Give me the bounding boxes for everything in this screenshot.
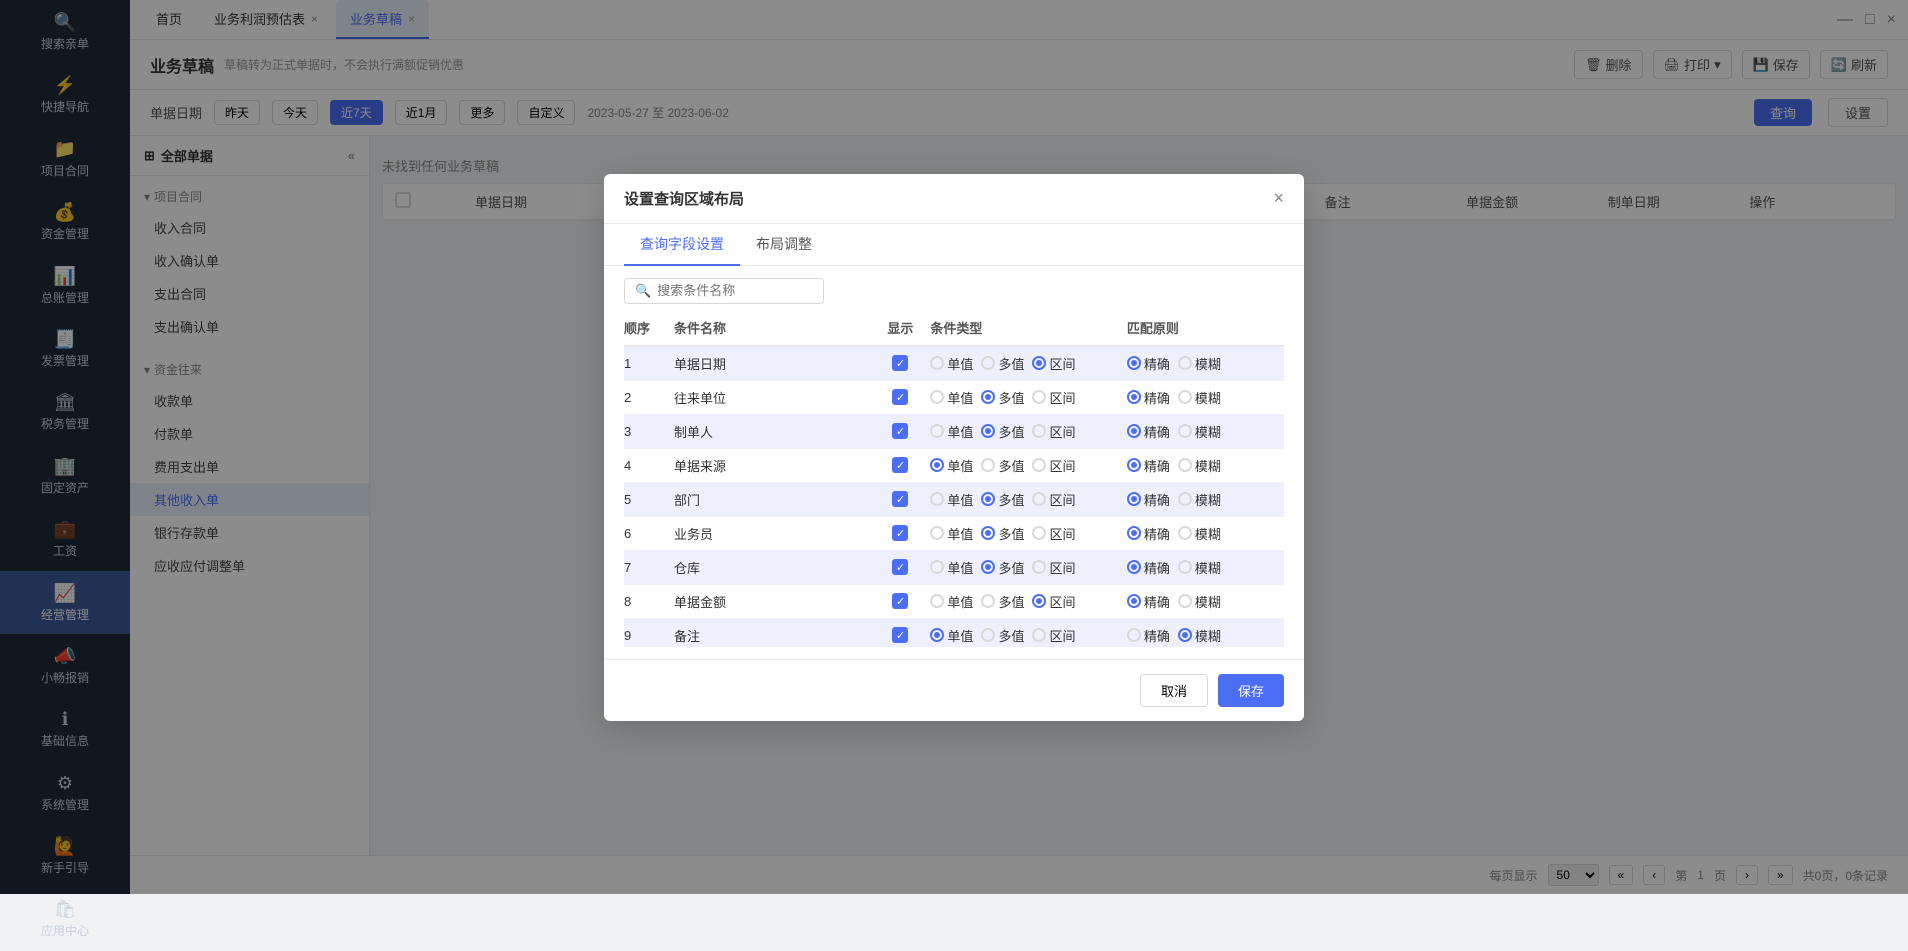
modal-tab-fields[interactable]: 查询字段设置 <box>624 224 740 266</box>
r8-fuzzy[interactable]: 模糊 <box>1178 592 1221 611</box>
r9-multi[interactable]: 多值 <box>981 626 1024 645</box>
modal-header: 设置查询区域布局 × <box>604 174 1304 224</box>
modal-dialog: 设置查询区域布局 × 查询字段设置 布局调整 🔍 顺序 条件名称 显示 条件类型… <box>604 174 1304 721</box>
appstore-icon: 🛍 <box>54 899 77 920</box>
cancel-button[interactable]: 取消 <box>1140 674 1208 707</box>
r3-single[interactable]: 单值 <box>930 422 973 441</box>
row-1-match: 精确 模糊 <box>1127 354 1284 373</box>
row-1-type-multi[interactable]: 多值 <box>981 354 1024 373</box>
r2-precise[interactable]: 精确 <box>1127 388 1170 407</box>
r5-fuzzy[interactable]: 模糊 <box>1178 490 1221 509</box>
r5-precise[interactable]: 精确 <box>1127 490 1170 509</box>
r5-single[interactable]: 单值 <box>930 490 973 509</box>
modal-close-button[interactable]: × <box>1273 188 1284 209</box>
radio-precise <box>1127 356 1141 370</box>
r3-range[interactable]: 区间 <box>1032 422 1075 441</box>
sidebar-item-appstore[interactable]: 🛍 应用中心 <box>0 887 130 950</box>
r5-range[interactable]: 区间 <box>1032 490 1075 509</box>
r9-fuzzy[interactable]: 模糊 <box>1178 626 1221 645</box>
row-1-name: 单据日期 <box>674 354 870 373</box>
r6-single[interactable]: 单值 <box>930 524 973 543</box>
row-1-type-range[interactable]: 区间 <box>1032 354 1075 373</box>
r7-precise[interactable]: 精确 <box>1127 558 1170 577</box>
row-2-order: 2 <box>624 390 674 405</box>
modal-footer: 取消 保存 <box>604 659 1304 721</box>
r5-multi[interactable]: 多值 <box>981 490 1024 509</box>
r8-precise[interactable]: 精确 <box>1127 592 1170 611</box>
r4-precise[interactable]: 精确 <box>1127 456 1170 475</box>
modal-row-6: 6 业务员 ✓ 单值 多值 区间 精确 模糊 <box>624 517 1284 551</box>
row-2-type: 单值 多值 区间 <box>930 388 1126 407</box>
r7-multi[interactable]: 多值 <box>981 558 1024 577</box>
r6-precise[interactable]: 精确 <box>1127 524 1170 543</box>
r7-range[interactable]: 区间 <box>1032 558 1075 577</box>
modal-row-7: 7 仓库 ✓ 单值 多值 区间 精确 模糊 <box>624 551 1284 585</box>
r9-range[interactable]: 区间 <box>1032 626 1075 645</box>
r4-range[interactable]: 区间 <box>1032 456 1075 475</box>
modal-search-input[interactable] <box>657 283 813 298</box>
r7-fuzzy[interactable]: 模糊 <box>1178 558 1221 577</box>
r8-multi[interactable]: 多值 <box>981 592 1024 611</box>
th-show: 显示 <box>870 318 930 337</box>
search-icon2: 🔍 <box>635 283 651 299</box>
r7-single[interactable]: 单值 <box>930 558 973 577</box>
modal-tab-layout[interactable]: 布局调整 <box>740 224 828 266</box>
row-2-show[interactable]: ✓ <box>870 389 930 406</box>
modal-title: 设置查询区域布局 <box>624 188 744 209</box>
modal-row-2: 2 往来单位 ✓ 单值 多值 区间 精确 <box>624 381 1284 415</box>
row-2-name: 往来单位 <box>674 388 870 407</box>
r2-single[interactable]: 单值 <box>930 388 973 407</box>
r9-single[interactable]: 单值 <box>930 626 973 645</box>
r4-single[interactable]: 单值 <box>930 456 973 475</box>
modal-overlay[interactable]: 设置查询区域布局 × 查询字段设置 布局调整 🔍 顺序 条件名称 显示 条件类型… <box>0 0 1908 894</box>
modal-search-container: 🔍 <box>624 278 824 304</box>
modal-tabs: 查询字段设置 布局调整 <box>604 224 1304 266</box>
r2-multi[interactable]: 多值 <box>981 388 1024 407</box>
row-1-show[interactable]: ✓ <box>870 355 930 372</box>
modal-row-3: 3 制单人 ✓ 单值 多值 区间 精确 模糊 <box>624 415 1284 449</box>
row-1-checkbox[interactable]: ✓ <box>892 355 908 371</box>
r4-fuzzy[interactable]: 模糊 <box>1178 456 1221 475</box>
row-1-order: 1 <box>624 356 674 371</box>
modal-row-9: 9 备注 ✓ 单值 多值 区间 精确 模糊 <box>624 619 1284 647</box>
th-order: 顺序 <box>624 318 674 337</box>
row-1-type: 单值 多值 区间 <box>930 354 1126 373</box>
modal-row-1: 1 单据日期 ✓ 单值 多值 <box>624 347 1284 381</box>
th-type: 条件类型 <box>930 318 1126 337</box>
r6-fuzzy[interactable]: 模糊 <box>1178 524 1221 543</box>
row-2-checkbox[interactable]: ✓ <box>892 389 908 405</box>
r8-range[interactable]: 区间 <box>1032 592 1075 611</box>
r3-multi[interactable]: 多值 <box>981 422 1024 441</box>
r3-precise[interactable]: 精确 <box>1127 422 1170 441</box>
r3-fuzzy[interactable]: 模糊 <box>1178 422 1221 441</box>
row-2-match: 精确 模糊 <box>1127 388 1284 407</box>
modal-save-button[interactable]: 保存 <box>1218 674 1284 707</box>
radio-single <box>930 356 944 370</box>
th-match: 匹配原则 <box>1127 318 1284 337</box>
r9-precise[interactable]: 精确 <box>1127 626 1170 645</box>
modal-row-4: 4 单据来源 ✓ 单值 多值 区间 精确 模糊 <box>624 449 1284 483</box>
radio-fuzzy <box>1178 356 1192 370</box>
modal-search-area: 🔍 <box>604 266 1304 310</box>
row-1-match-fuzzy[interactable]: 模糊 <box>1178 354 1221 373</box>
r6-multi[interactable]: 多值 <box>981 524 1024 543</box>
th-name: 条件名称 <box>674 318 870 337</box>
row-1-type-single[interactable]: 单值 <box>930 354 973 373</box>
modal-row-8: 8 单据金额 ✓ 单值 多值 区间 精确 模糊 <box>624 585 1284 619</box>
modal-row-5: 5 部门 ✓ 单值 多值 区间 精确 模糊 <box>624 483 1284 517</box>
modal-table: 顺序 条件名称 显示 条件类型 匹配原则 1 单据日期 ✓ <box>604 310 1304 659</box>
radio-range <box>1032 356 1046 370</box>
radio-multi <box>981 356 995 370</box>
r6-range[interactable]: 区间 <box>1032 524 1075 543</box>
r8-single[interactable]: 单值 <box>930 592 973 611</box>
r2-range[interactable]: 区间 <box>1032 388 1075 407</box>
modal-table-body: 1 单据日期 ✓ 单值 多值 <box>624 347 1284 647</box>
row-1-match-precise[interactable]: 精确 <box>1127 354 1170 373</box>
r4-multi[interactable]: 多值 <box>981 456 1024 475</box>
r2-fuzzy[interactable]: 模糊 <box>1178 388 1221 407</box>
modal-table-header: 顺序 条件名称 显示 条件类型 匹配原则 <box>624 310 1284 347</box>
